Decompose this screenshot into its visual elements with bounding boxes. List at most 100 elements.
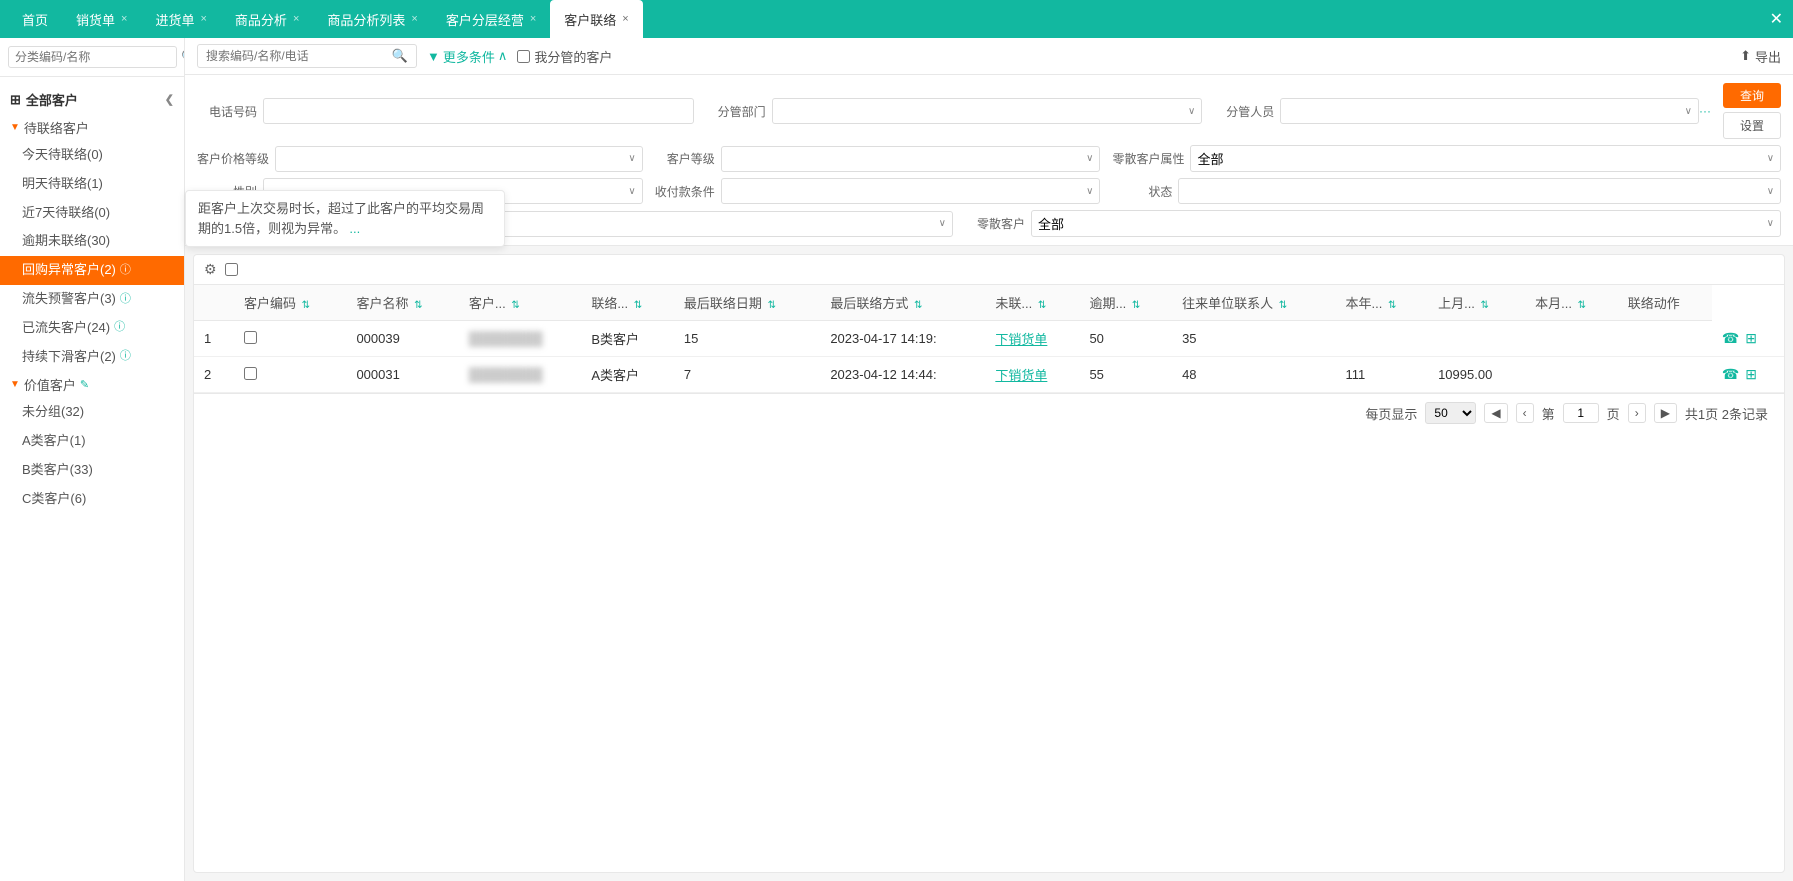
sort-icon: ⇅: [768, 300, 776, 311]
sidebar-item-tomorrow[interactable]: 明天待联络(1): [0, 170, 184, 199]
next-page-button[interactable]: ›: [1628, 403, 1646, 423]
payment-select[interactable]: ∨: [721, 178, 1101, 204]
pending-contact-section[interactable]: ▼ 待联络客户: [0, 114, 184, 141]
th-customer-type[interactable]: 客户... ⇅: [459, 285, 581, 321]
sort-icon: ⇅: [302, 300, 310, 311]
sidebar-item-class-a[interactable]: A类客户(1): [0, 427, 184, 456]
payment-field: 收付款条件 ∨: [655, 178, 1101, 204]
sidebar-item-repurchase-abnormal[interactable]: 回购异常客户(2) ⓘ: [0, 256, 184, 285]
settings-button[interactable]: 设置: [1723, 112, 1781, 139]
page-number-input[interactable]: [1563, 403, 1599, 423]
sort-icon: ⇅: [914, 300, 922, 311]
chevron-down-icon: ∨: [1767, 153, 1774, 164]
contact-method-link[interactable]: 下销货单: [995, 368, 1047, 383]
nav-tab-customer-tier[interactable]: 客户分层经营 ×: [432, 0, 550, 38]
per-page-select[interactable]: 50 100: [1425, 402, 1476, 424]
customer-level-select[interactable]: ∨: [721, 146, 1101, 172]
value-customers-section[interactable]: ▼ 价值客户 ✎: [0, 371, 184, 398]
my-customers-checkbox-area[interactable]: 我分管的客户: [517, 47, 612, 66]
nav-tab-product-analysis[interactable]: 商品分析 ×: [221, 0, 313, 38]
grid-icon: ⊞: [10, 92, 21, 108]
my-customers-checkbox[interactable]: [517, 50, 530, 63]
more-conditions-button[interactable]: ▼ 更多条件 ∧: [427, 47, 507, 66]
collapse-icon[interactable]: ❮: [165, 93, 174, 106]
content-area: 距客户上次交易时长，超过了此客户的平均交易周期的1.5倍，则视为异常。 ... …: [185, 38, 1793, 881]
settings-icon[interactable]: ⚙: [204, 261, 217, 278]
row-name: ████████: [459, 357, 581, 393]
row-last-date: 2023-04-12 14:44:: [820, 357, 985, 393]
detail-icon[interactable]: ⊞: [1745, 330, 1757, 347]
close-icon[interactable]: ×: [622, 13, 628, 25]
th-this-month[interactable]: 本月... ⇅: [1525, 285, 1618, 321]
branch-person-select[interactable]: ∨: [1280, 98, 1699, 124]
sidebar-item-7days[interactable]: 近7天待联络(0): [0, 199, 184, 228]
table-row: 2 000031 ████████ A类客户 7 2023-04-12 14:4…: [194, 357, 1784, 393]
nav-tab-sales[interactable]: 销货单 ×: [62, 0, 141, 38]
query-button[interactable]: 查询: [1723, 83, 1781, 108]
search-input[interactable]: [206, 49, 392, 63]
contact-icon[interactable]: ☎: [1722, 366, 1739, 383]
th-this-year[interactable]: 本年... ⇅: [1335, 285, 1428, 321]
contact-icon[interactable]: ☎: [1722, 330, 1739, 347]
sidebar-search-input[interactable]: [8, 46, 177, 68]
sidebar-item-churn-warning[interactable]: 流失预警客户(3) ⓘ: [0, 285, 184, 314]
retail-customer-select[interactable]: 全部 ∨: [1031, 210, 1781, 237]
sidebar-item-ungrouped[interactable]: 未分组(32): [0, 398, 184, 427]
more-options-icon[interactable]: ···: [1699, 104, 1711, 118]
window-close-button[interactable]: ✕: [1770, 9, 1783, 29]
close-icon[interactable]: ×: [293, 13, 299, 25]
first-page-button[interactable]: ◀: [1484, 403, 1507, 423]
sidebar-item-churned[interactable]: 已流失客户(24) ⓘ: [0, 314, 184, 343]
top-navigation: 首页 销货单 × 进货单 × 商品分析 × 商品分析列表 × 客户分层经营 × …: [0, 0, 1793, 38]
th-overdue[interactable]: 逾期... ⇅: [1079, 285, 1172, 321]
chevron-down-icon: ∨: [1767, 186, 1774, 197]
sidebar-item-class-c[interactable]: C类客户(6): [0, 485, 184, 514]
close-icon[interactable]: ×: [200, 13, 206, 25]
th-contact-person[interactable]: 往来单位联系人 ⇅: [1172, 285, 1335, 321]
sidebar-item-today[interactable]: 今天待联络(0): [0, 141, 184, 170]
nav-tab-product-list[interactable]: 商品分析列表 ×: [313, 0, 431, 38]
row-no: 2: [194, 357, 234, 393]
row-type: B类客户: [581, 321, 674, 357]
nav-tab-home[interactable]: 首页: [8, 0, 62, 38]
th-last-month[interactable]: 上月... ⇅: [1428, 285, 1525, 321]
row-contact-count: 7: [674, 357, 820, 393]
nav-tab-customer-contact[interactable]: 客户联络 ×: [550, 0, 642, 38]
status-select[interactable]: ∨: [1178, 178, 1781, 204]
chevron-down-icon: ∨: [939, 218, 946, 229]
customer-type-select[interactable]: ∨: [475, 211, 953, 237]
tooltip-dots[interactable]: ...: [349, 221, 360, 236]
sidebar-item-declining[interactable]: 持续下滑客户(2) ⓘ: [0, 343, 184, 372]
prev-page-button[interactable]: ‹: [1516, 403, 1534, 423]
search-icon[interactable]: 🔍: [392, 48, 408, 64]
th-contact-count[interactable]: 联络... ⇅: [581, 285, 674, 321]
th-uncontact[interactable]: 未联... ⇅: [985, 285, 1079, 321]
row-select-checkbox[interactable]: [244, 331, 257, 344]
last-page-button[interactable]: ▶: [1654, 403, 1677, 423]
status-field: 状态 ∨: [1112, 178, 1781, 204]
th-last-method[interactable]: 最后联络方式 ⇅: [820, 285, 985, 321]
row-select-checkbox[interactable]: [244, 367, 257, 380]
nav-tab-purchase[interactable]: 进货单 ×: [141, 0, 220, 38]
export-button[interactable]: ⬆ 导出: [1740, 47, 1781, 66]
page-label: 第: [1542, 404, 1555, 423]
branch-dept-select[interactable]: ∨: [772, 98, 1203, 124]
close-icon[interactable]: ×: [411, 13, 417, 25]
sidebar-item-class-b[interactable]: B类客户(33): [0, 456, 184, 485]
close-icon[interactable]: ×: [530, 13, 536, 25]
select-all-checkbox[interactable]: [225, 263, 238, 276]
price-level-select[interactable]: ∨: [275, 146, 643, 172]
th-last-date[interactable]: 最后联络日期 ⇅: [674, 285, 820, 321]
th-code[interactable]: 客户编码 ⇅: [234, 285, 346, 321]
edit-icon[interactable]: ✎: [80, 378, 89, 391]
customer-table: 客户编码 ⇅ 客户名称 ⇅ 客户... ⇅ 联络...: [194, 285, 1784, 393]
branch-dept-field: 分管部门 ∨: [706, 98, 1203, 124]
close-icon[interactable]: ×: [121, 13, 127, 25]
th-name[interactable]: 客户名称 ⇅: [346, 285, 458, 321]
contact-method-link[interactable]: 下销货单: [995, 332, 1047, 347]
retail-attr-select[interactable]: 全部 ∨: [1190, 145, 1781, 172]
phone-input[interactable]: [263, 98, 694, 124]
sidebar-item-overdue[interactable]: 逾期未联络(30): [0, 227, 184, 256]
detail-icon[interactable]: ⊞: [1745, 366, 1757, 383]
row-uncontact: 50: [1079, 321, 1172, 357]
